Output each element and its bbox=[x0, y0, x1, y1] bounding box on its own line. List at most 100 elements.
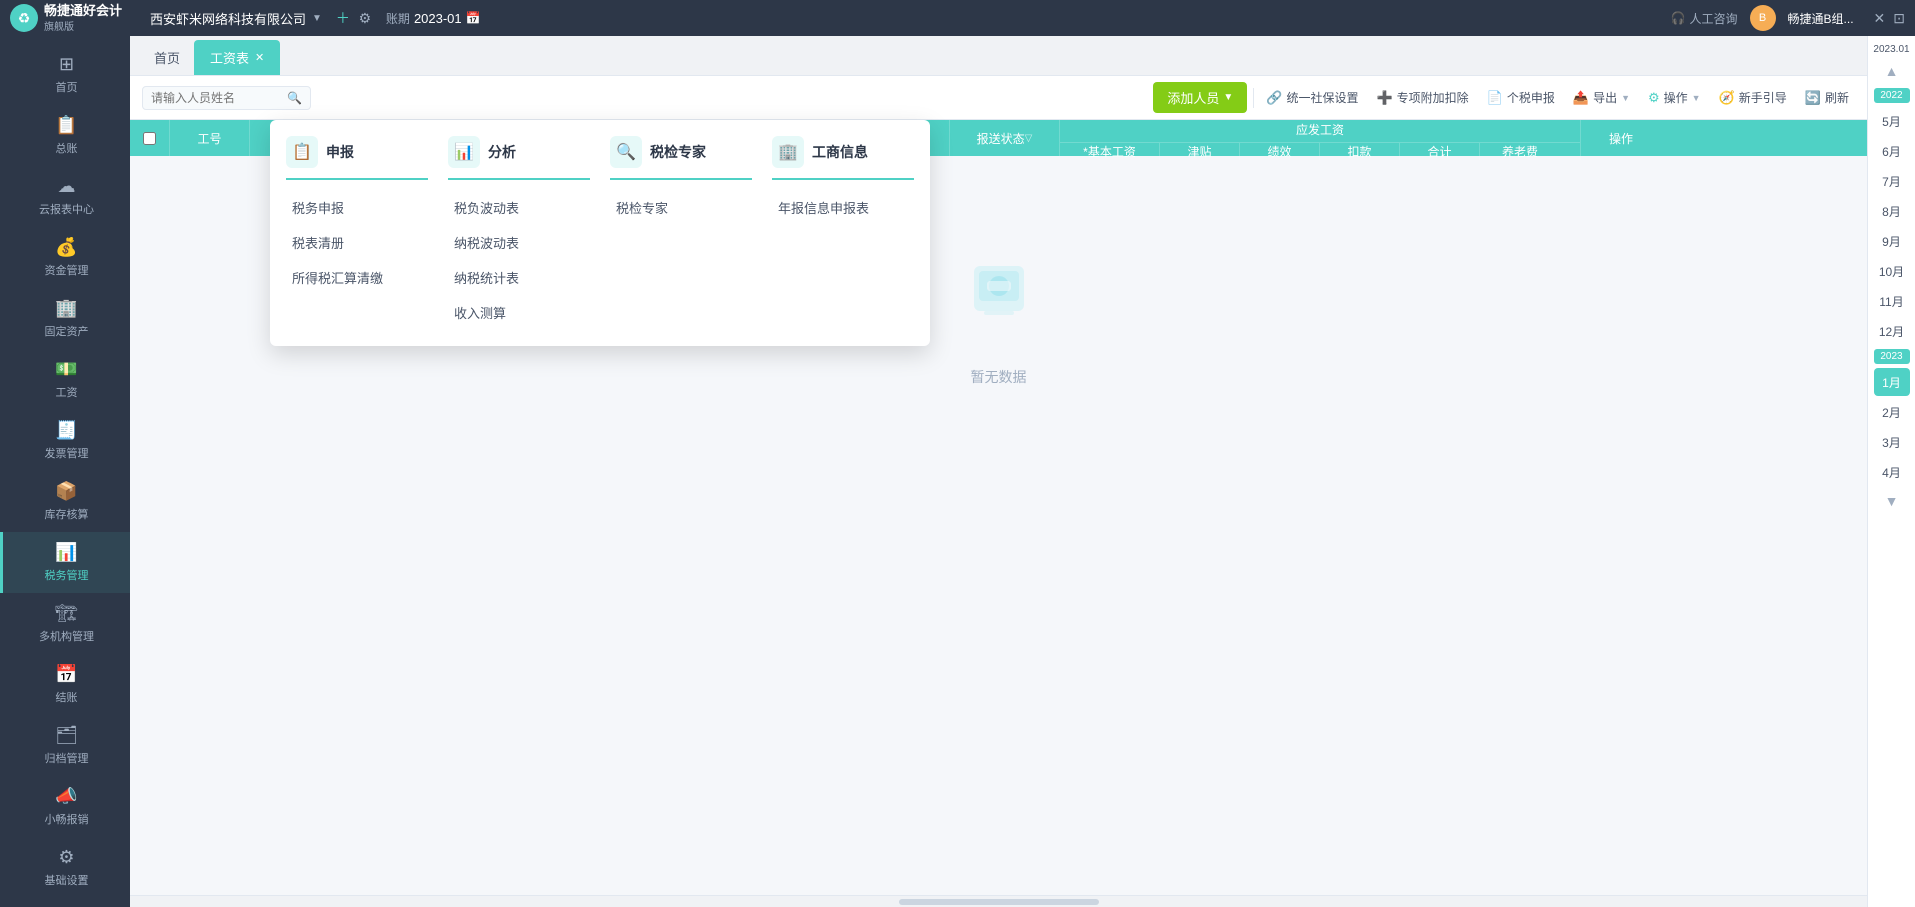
cal-month-2023-4[interactable]: 4月 bbox=[1874, 458, 1910, 486]
user-name: 畅捷通B组... bbox=[1788, 10, 1854, 27]
cal-month-11[interactable]: 11月 bbox=[1874, 287, 1910, 315]
refresh-label: 刷新 bbox=[1825, 89, 1849, 106]
sidebar-item-close-period[interactable]: 📅 结账 bbox=[0, 654, 130, 715]
capital-icon: 💰 bbox=[55, 237, 77, 258]
export-icon: 📤 bbox=[1573, 90, 1589, 106]
sidebar-item-assets[interactable]: 🏢 固定资产 bbox=[0, 288, 130, 349]
calendar-up-nav[interactable]: ▲ bbox=[1878, 57, 1906, 85]
sidebar-label-archive: 归档管理 bbox=[45, 750, 89, 766]
sidebar-label-multi: 多机构管理 bbox=[39, 628, 94, 644]
sidebar-label-tax: 税务管理 bbox=[45, 567, 89, 583]
sidebar-item-capital[interactable]: 💰 资金管理 bbox=[0, 227, 130, 288]
calendar-down-nav[interactable]: ▼ bbox=[1878, 487, 1906, 515]
income-forecast-item[interactable]: 收入测算 bbox=[448, 295, 590, 330]
top-header: ♻ 畅捷通好会计 旗舰版 西安虾米网络科技有限公司 ▼ ＋ ⚙ 账期 2023-… bbox=[0, 0, 1915, 36]
service-button[interactable]: 🎧 人工咨询 bbox=[1671, 10, 1738, 27]
export-button[interactable]: 📤 导出 ▼ bbox=[1567, 85, 1636, 110]
select-all-checkbox[interactable] bbox=[143, 132, 156, 145]
tab-salary-table[interactable]: 工资表 ✕ bbox=[194, 40, 280, 75]
company-selector[interactable]: 西安虾米网络科技有限公司 ▼ bbox=[140, 9, 332, 28]
sidebar-label-salary: 工资 bbox=[56, 384, 78, 400]
social-security-icon: 🔗 bbox=[1266, 90, 1282, 106]
tax-burden-item[interactable]: 税负波动表 bbox=[448, 190, 590, 225]
income-tax-calc-item[interactable]: 所得税汇算清缴 bbox=[286, 260, 428, 295]
cal-month-6[interactable]: 6月 bbox=[1874, 137, 1910, 165]
annual-report-item[interactable]: 年报信息申报表 bbox=[772, 190, 914, 225]
window-close-button[interactable]: ✕ bbox=[1874, 10, 1886, 27]
business-info-icon: 🏢 bbox=[772, 136, 804, 168]
export-label: 导出 bbox=[1593, 89, 1617, 106]
calendar-icon[interactable]: 📅 bbox=[466, 11, 481, 25]
business-info-label: 工商信息 bbox=[812, 142, 868, 162]
tax-expert-section: 🔍 税检专家 税检专家 bbox=[610, 136, 752, 330]
cal-month-10[interactable]: 10月 bbox=[1874, 257, 1910, 285]
tax-fluctuation-item[interactable]: 纳税波动表 bbox=[448, 225, 590, 260]
analysis-label: 分析 bbox=[488, 142, 516, 162]
cal-month-5[interactable]: 5月 bbox=[1874, 107, 1910, 135]
sidebar-item-home[interactable]: ⊞ 首页 bbox=[0, 44, 130, 105]
add-company-button[interactable]: ＋ bbox=[332, 7, 354, 29]
period-value: 2023-01 bbox=[414, 11, 462, 26]
sidebar-label-invoice: 发票管理 bbox=[45, 445, 89, 461]
service-label: 人工咨询 bbox=[1690, 10, 1738, 27]
sidebar-item-xiaochang[interactable]: 📣 小畅报销 bbox=[0, 776, 130, 837]
tax-return-button[interactable]: 📄 个税申报 bbox=[1481, 85, 1561, 110]
special-deduct-button[interactable]: ➕ 专项附加扣除 bbox=[1370, 85, 1474, 110]
sidebar-item-salary[interactable]: 💵 工资 bbox=[0, 349, 130, 410]
th-checkbox[interactable] bbox=[130, 120, 170, 156]
sidebar-item-basic[interactable]: ⚙ 基础设置 bbox=[0, 837, 130, 898]
add-person-button[interactable]: 添加人员 ▼ bbox=[1153, 82, 1247, 113]
tax-return-label: 个税申报 bbox=[1507, 89, 1555, 106]
settings-icon[interactable]: ⚙ bbox=[354, 7, 376, 29]
cal-month-12[interactable]: 12月 bbox=[1874, 317, 1910, 345]
cal-month-2023-1[interactable]: 1月 bbox=[1874, 368, 1910, 396]
horizontal-scrollbar[interactable] bbox=[130, 895, 1867, 907]
sidebar-label-xiaochang: 小畅报销 bbox=[45, 811, 89, 827]
tax-check-item[interactable]: 税检专家 bbox=[610, 190, 752, 225]
export-chevron-icon: ▼ bbox=[1621, 93, 1630, 103]
sidebar-item-guide[interactable]: 🆕 新手引导 bbox=[0, 898, 130, 907]
cal-month-9[interactable]: 9月 bbox=[1874, 227, 1910, 255]
th-performance: 绩效 bbox=[1240, 143, 1320, 160]
th-report-status[interactable]: 报送状态 ▽ bbox=[950, 120, 1060, 156]
sidebar-label-assets: 固定资产 bbox=[45, 323, 89, 339]
sidebar-item-invoice[interactable]: 🧾 发票管理 bbox=[0, 410, 130, 471]
new-guide-label: 新手引导 bbox=[1739, 89, 1787, 106]
analysis-icon: 📊 bbox=[448, 136, 480, 168]
tax-stats-item[interactable]: 纳税统计表 bbox=[448, 260, 590, 295]
assets-icon: 🏢 bbox=[55, 298, 77, 319]
sidebar-item-tax[interactable]: 📊 税务管理 bbox=[0, 532, 130, 593]
cal-year-2022: 2022 bbox=[1874, 88, 1910, 103]
tab-home[interactable]: 首页 bbox=[140, 40, 194, 75]
user-initial: B bbox=[1759, 12, 1766, 24]
content-area: 首页 工资表 ✕ 🔍 添加人员 ▼ 🔗 统一社保设置 bbox=[130, 36, 1867, 907]
sidebar-item-ledger[interactable]: 📋 总账 bbox=[0, 105, 130, 166]
toolbar-sep-1 bbox=[1253, 88, 1254, 108]
cal-month-2023-2[interactable]: 2月 bbox=[1874, 398, 1910, 426]
operation-button[interactable]: ⚙ 操作 ▼ bbox=[1642, 85, 1707, 110]
cal-month-7[interactable]: 7月 bbox=[1874, 167, 1910, 195]
search-input[interactable] bbox=[151, 91, 281, 105]
sidebar-label-cloud: 云报表中心 bbox=[39, 201, 94, 217]
logo-area: ♻ 畅捷通好会计 旗舰版 bbox=[10, 3, 140, 34]
sidebar: ⊞ 首页 📋 总账 ☁ 云报表中心 💰 资金管理 🏢 固定资产 💵 工资 🧾 发… bbox=[0, 36, 130, 907]
tab-close-icon[interactable]: ✕ bbox=[255, 51, 264, 64]
sidebar-item-cloud[interactable]: ☁ 云报表中心 bbox=[0, 166, 130, 227]
header-right: 🎧 人工咨询 B 畅捷通B组... ✕ ⊡ bbox=[1671, 5, 1905, 31]
tax-table-clear-item[interactable]: 税表清册 bbox=[286, 225, 428, 260]
refresh-button[interactable]: 🔄 刷新 bbox=[1799, 85, 1855, 110]
sidebar-item-multi[interactable]: 🏗 多机构管理 bbox=[0, 593, 130, 654]
new-guide-button[interactable]: 🧭 新手引导 bbox=[1713, 85, 1793, 110]
social-security-button[interactable]: 🔗 统一社保设置 bbox=[1260, 85, 1364, 110]
cal-month-2023-3[interactable]: 3月 bbox=[1874, 428, 1910, 456]
window-restore-button[interactable]: ⊡ bbox=[1893, 10, 1905, 27]
tax-report-item[interactable]: 税务申报 bbox=[286, 190, 428, 225]
cal-month-8[interactable]: 8月 bbox=[1874, 197, 1910, 225]
operation-icon: ⚙ bbox=[1648, 90, 1660, 106]
sidebar-label-close-period: 结账 bbox=[56, 689, 78, 705]
tax-expert-label: 税检专家 bbox=[650, 142, 706, 162]
sidebar-item-archive[interactable]: 🗂 归档管理 bbox=[0, 715, 130, 776]
scrollbar-thumb bbox=[899, 899, 1099, 905]
sidebar-item-inventory[interactable]: 📦 库存核算 bbox=[0, 471, 130, 532]
add-btn-chevron-icon: ▼ bbox=[1223, 92, 1233, 103]
